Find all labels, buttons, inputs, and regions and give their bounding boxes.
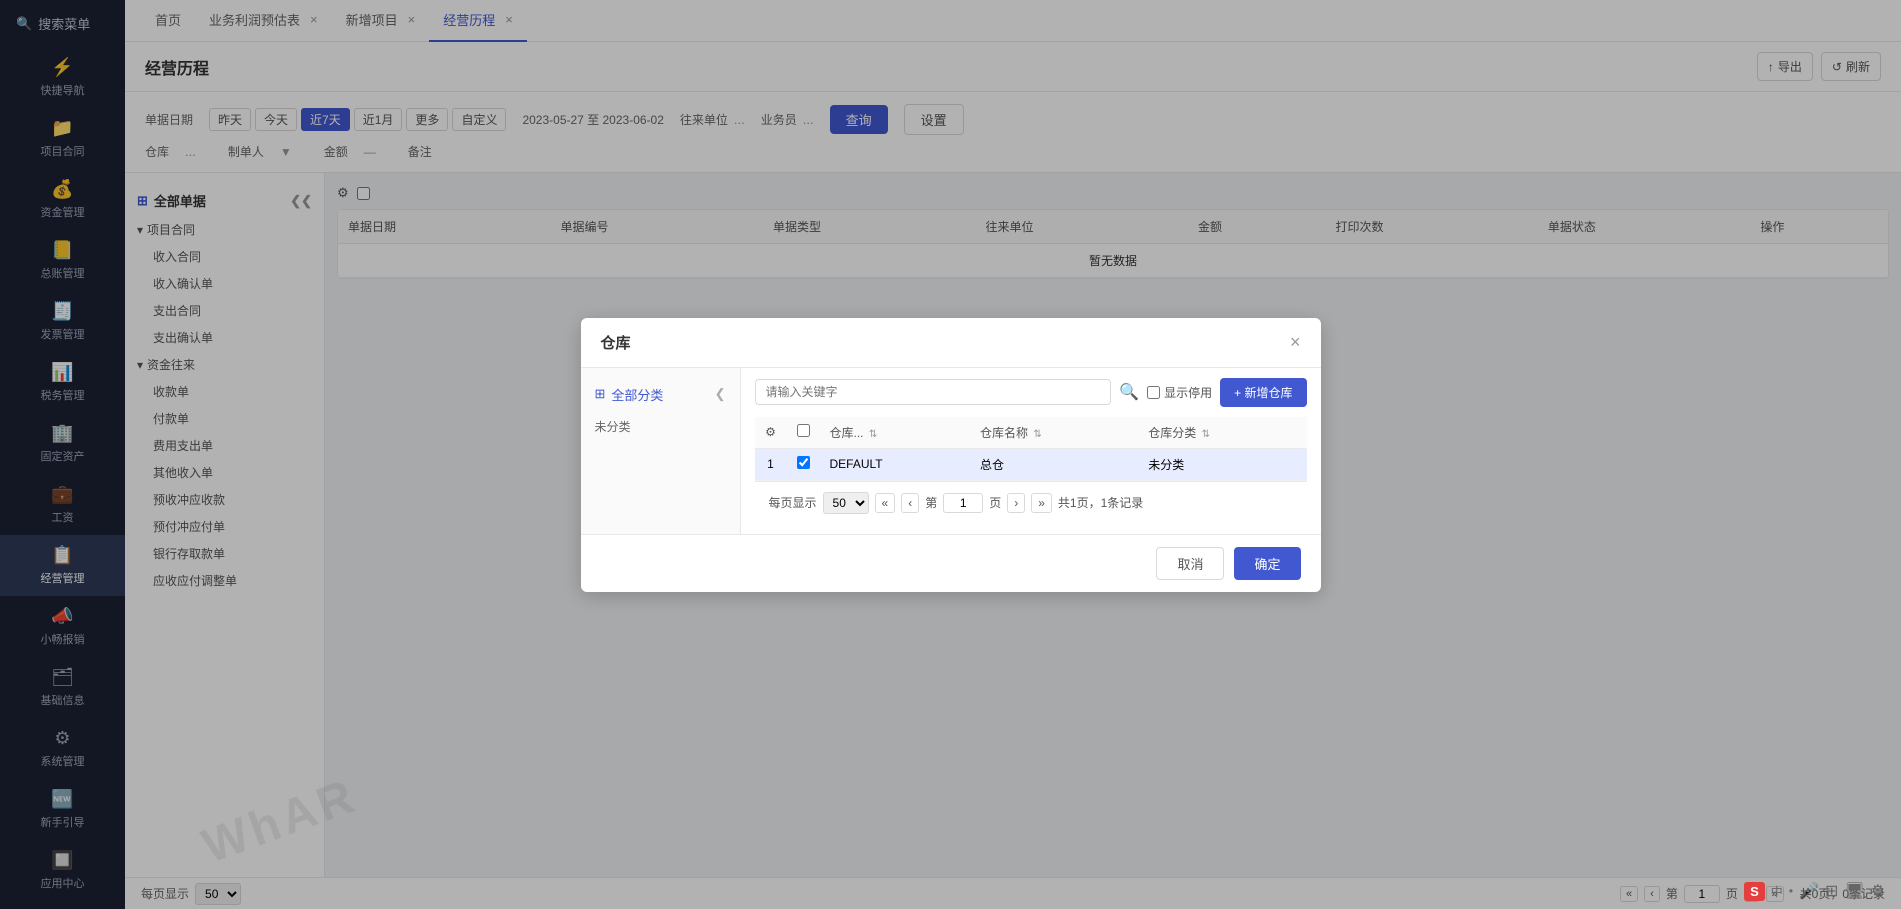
dialog-per-page-select[interactable]: 50: [823, 492, 869, 514]
brand-logo: S: [1744, 882, 1765, 901]
dialog-prev-page-btn[interactable]: ‹: [901, 493, 919, 513]
dialog-table: ⚙ 仓库... ⇅ 仓库名称 ⇅ 仓库分类 ⇅ 1 DEFA: [755, 417, 1307, 481]
dialog-pagination: 每页显示 50 « ‹ 第 页 › » 共1页，1条记录: [769, 492, 1144, 514]
all-category-label: 全部分类: [611, 385, 663, 404]
dialog-body: ⊞ 全部分类 ❮ 未分类 🔍 显示停用 + 新增仓库: [581, 368, 1321, 534]
dialog-search-button[interactable]: 🔍: [1119, 382, 1139, 402]
table-row[interactable]: 1 DEFAULT 总仓 未分类: [755, 448, 1307, 480]
dialog-header: 仓库 ×: [581, 318, 1321, 368]
dialog-action-bar: 取消 确定: [581, 534, 1321, 592]
row-code: DEFAULT: [820, 448, 971, 480]
row-name: 总仓: [970, 448, 1138, 480]
dialog-next-page-btn[interactable]: ›: [1007, 493, 1025, 513]
dialog-col-name[interactable]: 仓库名称 ⇅: [970, 417, 1138, 449]
dialog-left-panel: ⊞ 全部分类 ❮ 未分类: [581, 368, 741, 534]
dialog-per-page-label: 每页显示: [769, 494, 817, 511]
row-checkbox[interactable]: [787, 448, 820, 480]
all-category-icon: ⊞: [595, 386, 606, 402]
dialog-page-input[interactable]: [943, 493, 983, 513]
dialog-all-category[interactable]: ⊞ 全部分类 ❮: [581, 378, 740, 411]
dialog-page-label: 页: [989, 494, 1001, 511]
dialog-category-unclassified[interactable]: 未分类: [581, 411, 740, 442]
dialog-total-label: 共1页，1条记录: [1058, 494, 1143, 511]
show-disabled-label: 显示停用: [1147, 384, 1212, 401]
dialog-select-all[interactable]: [797, 424, 810, 437]
dialog-col-settings[interactable]: ⚙: [755, 417, 787, 449]
dialog-close-button[interactable]: ×: [1290, 332, 1301, 353]
row-index: 1: [755, 448, 787, 480]
dialog-last-page-btn[interactable]: »: [1031, 493, 1052, 513]
mic-icon[interactable]: 🎤: [1799, 881, 1819, 901]
dialog-title: 仓库: [601, 332, 631, 353]
dialog-col-category[interactable]: 仓库分类 ⇅: [1138, 417, 1306, 449]
collapse-panel-icon[interactable]: ❮: [715, 386, 726, 402]
confirm-button[interactable]: 确定: [1234, 547, 1300, 580]
cancel-button[interactable]: 取消: [1156, 547, 1224, 580]
row-category: 未分类: [1138, 448, 1306, 480]
show-disabled-checkbox[interactable]: [1147, 386, 1160, 399]
dialog-first-page-btn[interactable]: «: [875, 493, 896, 513]
add-warehouse-button[interactable]: + 新增仓库: [1220, 378, 1306, 407]
monitor-icon[interactable]: 🖥: [1844, 881, 1864, 901]
grid-icon[interactable]: ⊞: [1825, 881, 1838, 901]
modal-overlay: 仓库 × ⊞ 全部分类 ❮ 未分类 🔍: [0, 0, 1901, 909]
dialog-page-label-pre: 第: [925, 494, 937, 511]
brand-dot: •: [1789, 884, 1793, 898]
dialog-footer: 每页显示 50 « ‹ 第 页 › » 共1页，1条记录: [755, 481, 1307, 524]
dialog-search-bar: 🔍 显示停用 + 新增仓库: [755, 378, 1307, 407]
dialog-col-checkbox: [787, 417, 820, 449]
dialog-table-wrapper: ⚙ 仓库... ⇅ 仓库名称 ⇅ 仓库分类 ⇅ 1 DEFA: [755, 417, 1307, 481]
warehouse-dialog: 仓库 × ⊞ 全部分类 ❮ 未分类 🔍: [581, 318, 1321, 592]
bottom-right-bar: S 中 • 🎤 ⊞ 🖥 ⚙: [1744, 881, 1885, 901]
dialog-col-code[interactable]: 仓库... ⇅: [820, 417, 971, 449]
gear-icon[interactable]: ⚙: [1871, 881, 1885, 901]
brand-text: 中: [1771, 883, 1783, 900]
dialog-search-input[interactable]: [755, 379, 1112, 405]
dialog-right-panel: 🔍 显示停用 + 新增仓库 ⚙ 仓库... ⇅: [741, 368, 1321, 534]
